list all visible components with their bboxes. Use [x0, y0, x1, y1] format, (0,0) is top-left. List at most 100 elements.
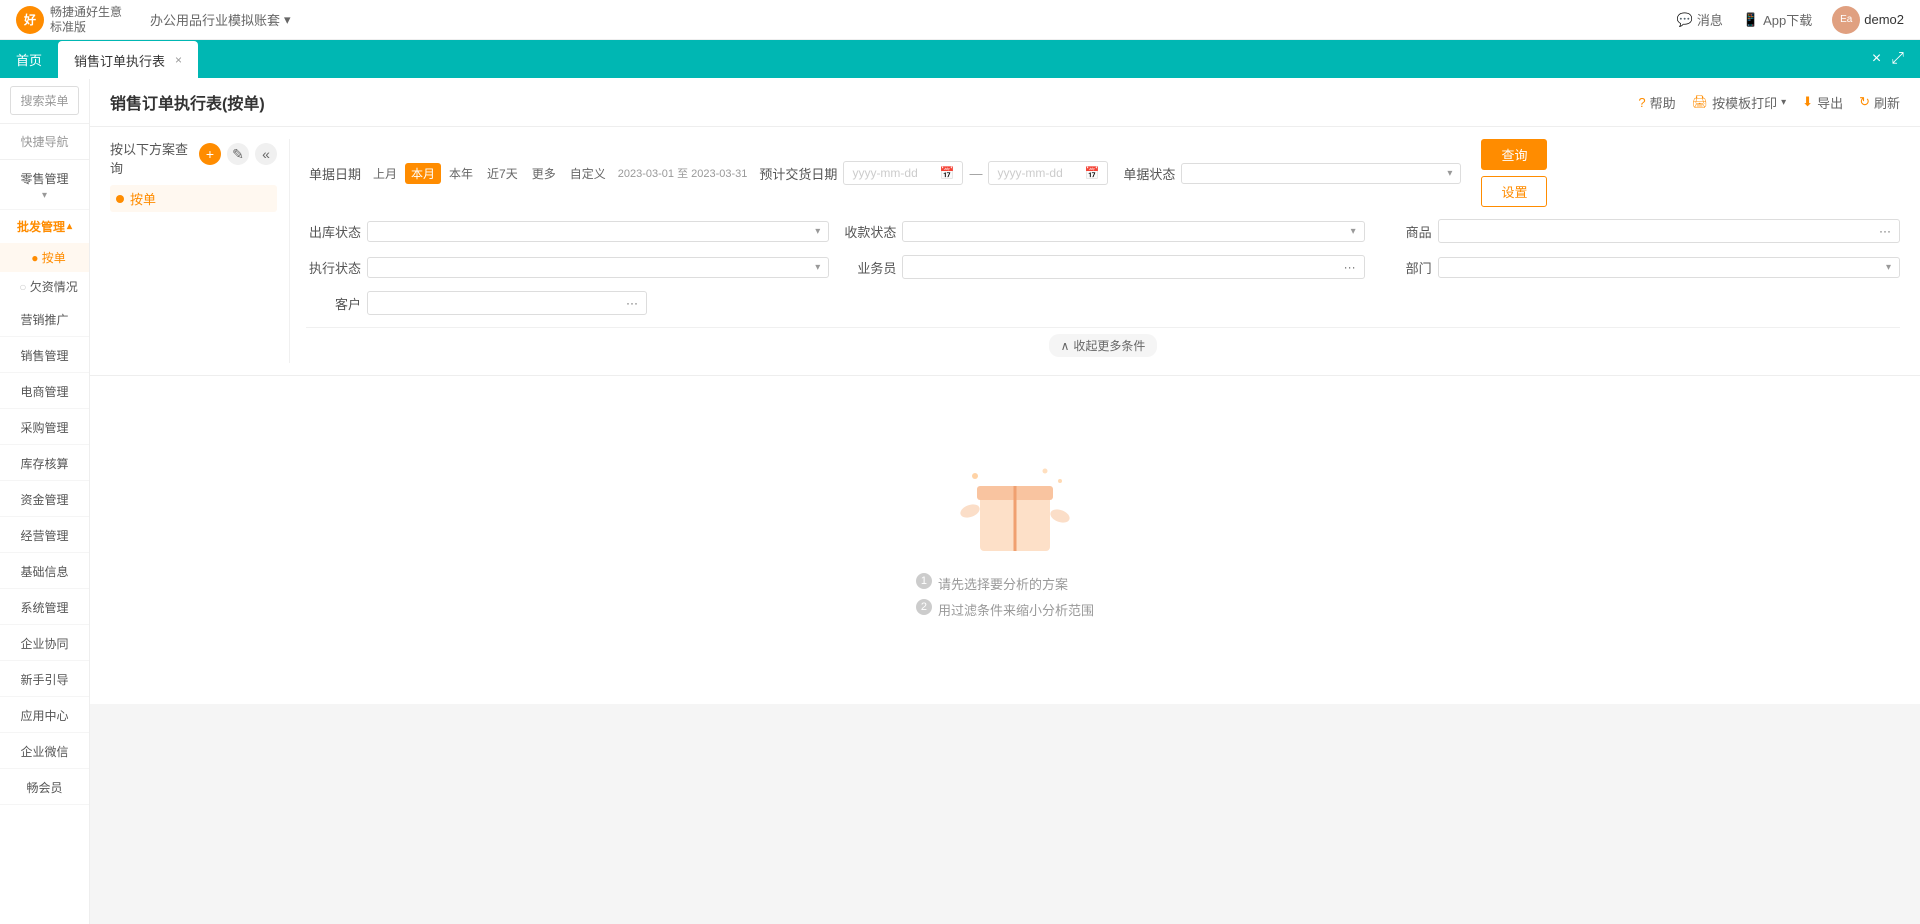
edit-scheme-button[interactable]: ✎	[227, 143, 249, 165]
exec-status-arrow-icon: ▾	[815, 262, 820, 273]
filter-goods: 商品 ···	[1377, 219, 1900, 243]
sidebar: 搜索菜单 快捷导航 零售管理 ▾ 批发管理 ▴ ● 按单 ○ 欠资情况	[0, 78, 90, 924]
filter-expected-date-item: 预计交货日期 yyyy-mm-dd 📅 — yyyy-mm-dd 📅	[759, 161, 1108, 185]
empty-tip-2: 2 用过滤条件来缩小分析范围	[916, 598, 1094, 624]
date-more-btn[interactable]: 更多	[526, 163, 562, 184]
sidebar-item-basic-info[interactable]: 基础信息	[0, 553, 89, 589]
calendar2-icon: 📅	[1084, 166, 1099, 180]
customer-label: 客户	[306, 294, 361, 313]
collapse-more-bar[interactable]: ∧ 收起更多条件	[306, 327, 1900, 363]
tab-sales-order[interactable]: 销售订单执行表 ×	[58, 41, 198, 79]
user-name: demo2	[1864, 12, 1904, 27]
goods-select[interactable]: ···	[1438, 219, 1900, 243]
sidebar-item-purchase[interactable]: 采购管理	[0, 409, 89, 445]
filter-option-dot	[116, 195, 124, 203]
exec-status-select[interactable]: ▾	[367, 257, 829, 278]
sidebar-item-member[interactable]: 畅会员	[0, 769, 89, 805]
sidebar-item-sales[interactable]: 销售管理	[0, 337, 89, 373]
filter-doc-status-item: 单据状态 ▾	[1120, 163, 1461, 184]
payment-status-select[interactable]: ▾	[902, 221, 1364, 242]
print-icon: 🖨	[1692, 94, 1709, 110]
goods-more-icon[interactable]: ···	[1879, 224, 1891, 238]
date-quick-buttons: 上月 本月 本年 近7天 更多 自定义	[367, 163, 612, 184]
goods-label: 商品	[1377, 222, 1432, 241]
query-button[interactable]: 查询	[1481, 139, 1547, 170]
salesperson-more-icon[interactable]: ···	[1344, 260, 1356, 274]
sidebar-item-operations[interactable]: 经营管理	[0, 517, 89, 553]
sidebar-item-ecommerce[interactable]: 电商管理	[0, 373, 89, 409]
export-button[interactable]: ⬇ 导出	[1802, 93, 1843, 112]
sidebar-item-app-center[interactable]: 应用中心	[0, 697, 89, 733]
empty-illustration	[955, 456, 1075, 556]
sidebar-item-new-guide[interactable]: 新手引导	[0, 661, 89, 697]
layout: 搜索菜单 快捷导航 零售管理 ▾ 批发管理 ▴ ● 按单 ○ 欠资情况	[0, 78, 1920, 924]
expected-date-to[interactable]: yyyy-mm-dd 📅	[988, 161, 1108, 185]
message-button[interactable]: 💬 消息	[1677, 10, 1723, 29]
print-arrow-icon: ▾	[1781, 97, 1786, 108]
nav-tabs: 首页 销售订单执行表 × × ⤢	[0, 40, 1920, 78]
sidebar-item-marketing[interactable]: 营销推广	[0, 301, 89, 337]
filter-main-panel: 单据日期 上月 本月 本年 近7天 更多 自定义	[290, 139, 1900, 363]
filter-dept: 部门 ▾	[1377, 255, 1900, 279]
dept-label: 部门	[1377, 258, 1432, 277]
search-menu-button[interactable]: 搜索菜单	[10, 86, 79, 115]
app-download-button[interactable]: 📱 App下载	[1743, 10, 1812, 29]
window-close-icon[interactable]: ×	[1872, 50, 1881, 68]
date-range-display: 2023-03-01 至 2023-03-31	[618, 165, 748, 181]
sidebar-subitem-by-order[interactable]: ● 按单	[0, 243, 89, 272]
tab-close-icon[interactable]: ×	[175, 53, 182, 67]
salesperson-select[interactable]: ···	[902, 255, 1364, 279]
date-custom-btn[interactable]: 自定义	[564, 163, 612, 184]
print-button[interactable]: 🖨 按模板打印 ▾	[1692, 93, 1787, 112]
dept-select[interactable]: ▾	[1438, 257, 1900, 278]
customer-select[interactable]: ···	[367, 291, 647, 315]
sidebar-item-retail[interactable]: 零售管理 ▾	[0, 160, 89, 210]
main-header-actions: ? 帮助 🖨 按模板打印 ▾ ⬇ 导出 ↻ 刷新	[1638, 93, 1900, 112]
sidebar-item-enterprise-wechat[interactable]: 企业微信	[0, 733, 89, 769]
filter-row-1: 单据日期 上月 本月 本年 近7天 更多 自定义	[306, 139, 1900, 207]
help-button[interactable]: ? 帮助	[1638, 93, 1675, 112]
customer-more-icon[interactable]: ···	[626, 296, 638, 310]
filter-option-by-order[interactable]: 按单	[110, 185, 277, 212]
exec-status-label: 执行状态	[306, 258, 361, 277]
sidebar-item-inventory[interactable]: 库存核算	[0, 445, 89, 481]
logo-text: 畅捷通好生意 标准版	[50, 5, 122, 34]
main-header: 销售订单执行表(按单) ? 帮助 🖨 按模板打印 ▾ ⬇ 导出 ↻ 刷新	[90, 78, 1920, 127]
filter-actions: 查询 设置	[1481, 139, 1547, 207]
add-scheme-button[interactable]: +	[199, 143, 221, 165]
filter-exec-status: 执行状态 ▾	[306, 255, 829, 279]
doc-status-select[interactable]: ▾	[1181, 163, 1461, 184]
date-this-month-btn[interactable]: 本月	[405, 163, 441, 184]
date-this-year-btn[interactable]: 本年	[443, 163, 479, 184]
sidebar-item-enterprise-collab[interactable]: 企业协同	[0, 625, 89, 661]
sidebar-subitem-arrears[interactable]: ○ 欠资情况	[0, 272, 89, 301]
sidebar-item-system[interactable]: 系统管理	[0, 589, 89, 625]
quick-nav-button[interactable]: 快捷导航	[0, 128, 89, 155]
date-last-7days-btn[interactable]: 近7天	[481, 163, 524, 184]
filter-left-actions: + ✎ «	[199, 143, 277, 165]
salesperson-label: 业务员	[841, 258, 896, 277]
expected-date-from[interactable]: yyyy-mm-dd 📅	[843, 161, 963, 185]
doc-status-label: 单据状态	[1120, 164, 1175, 183]
filter-date-item: 单据日期 上月 本月 本年 近7天 更多 自定义	[306, 163, 747, 184]
user-area[interactable]: Ea demo2	[1832, 6, 1904, 34]
window-maximize-icon[interactable]: ⤢	[1891, 50, 1904, 68]
main-content: 销售订单执行表(按单) ? 帮助 🖨 按模板打印 ▾ ⬇ 导出 ↻ 刷新	[90, 78, 1920, 924]
tab-home[interactable]: 首页	[0, 40, 58, 78]
date-separator: —	[969, 166, 982, 181]
ship-status-select[interactable]: ▾	[367, 221, 829, 242]
filter-ship-status: 出库状态 ▾	[306, 219, 829, 243]
refresh-button[interactable]: ↻ 刷新	[1859, 93, 1900, 112]
filter-salesperson: 业务员 ···	[841, 255, 1364, 279]
content-area: 按以下方案查询 + ✎ « 按单	[90, 127, 1920, 704]
empty-tips: 1 请先选择要分析的方案 2 用过滤条件来缩小分析范围	[916, 572, 1094, 624]
collapse-scheme-button[interactable]: «	[255, 143, 277, 165]
company-selector[interactable]: 办公用品行业模拟账套 ▾	[150, 10, 291, 29]
sidebar-group-wholesale: 批发管理 ▴ ● 按单 ○ 欠资情况	[0, 210, 89, 301]
sidebar-item-wholesale[interactable]: 批发管理 ▴	[0, 210, 89, 243]
date-last-month-btn[interactable]: 上月	[367, 163, 403, 184]
sidebar-item-finance[interactable]: 资金管理	[0, 481, 89, 517]
avatar: Ea	[1832, 6, 1860, 34]
sidebar-search-area: 搜索菜单	[0, 78, 89, 124]
settings-button[interactable]: 设置	[1481, 176, 1547, 207]
